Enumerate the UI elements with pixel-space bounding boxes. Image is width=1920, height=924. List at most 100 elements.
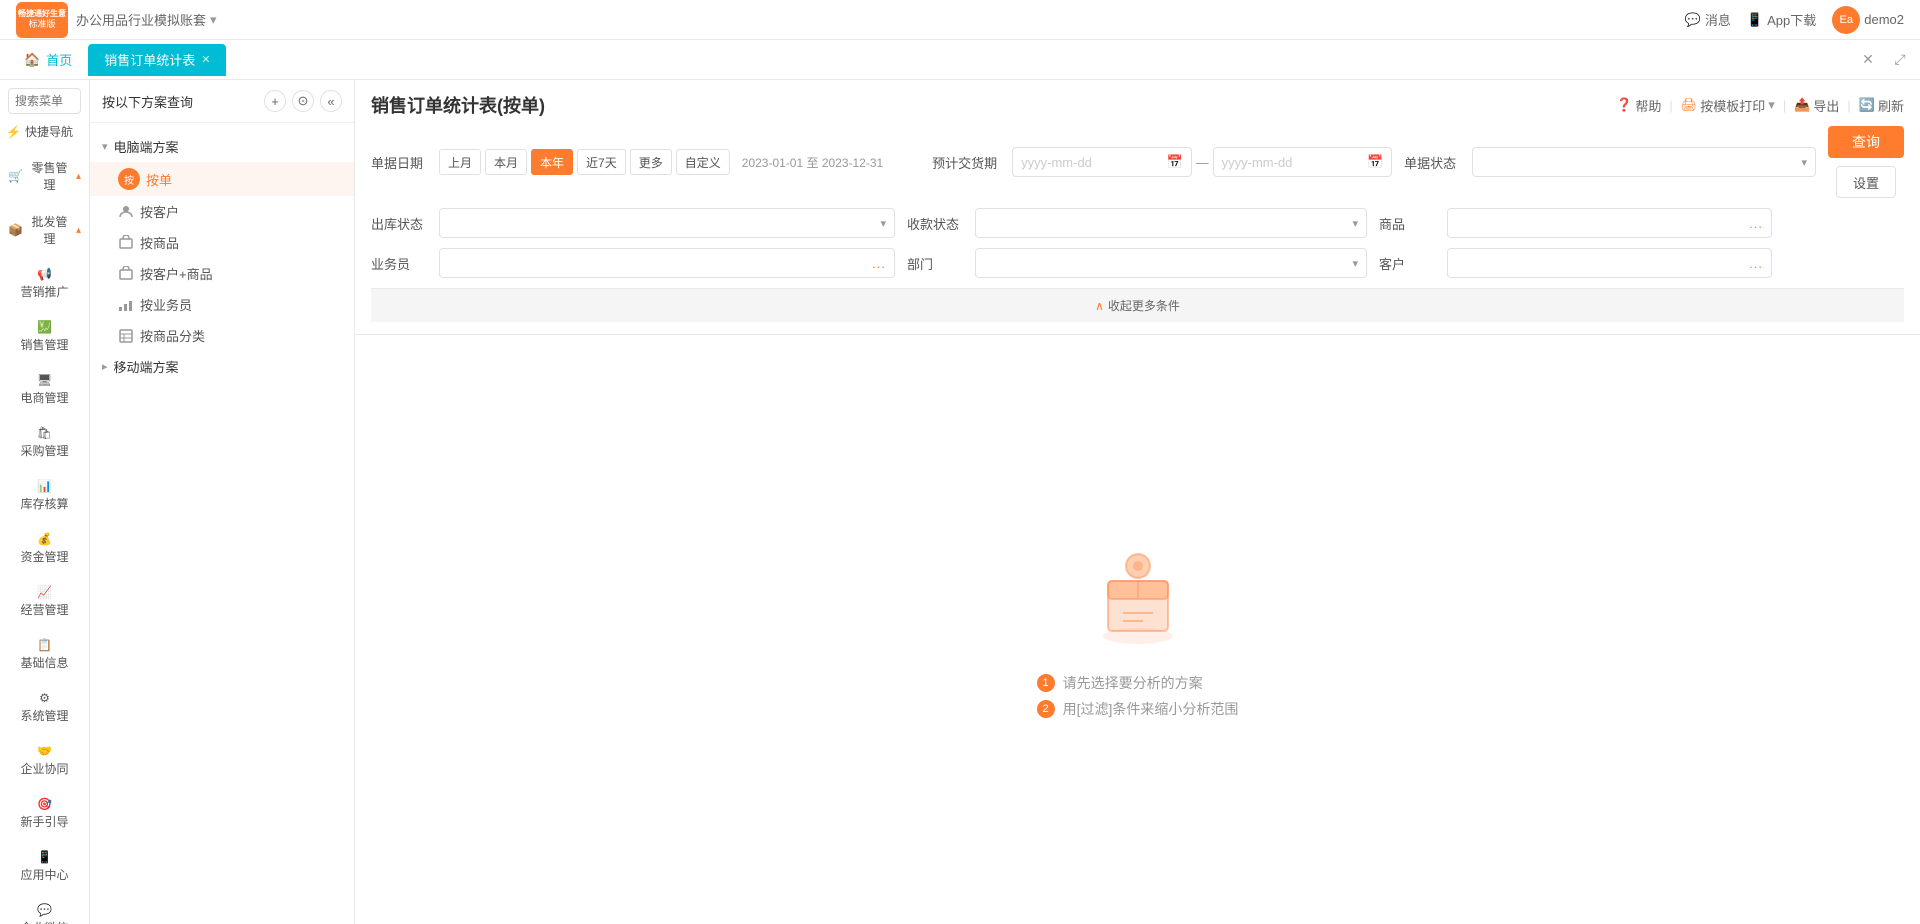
- export-btn[interactable]: 📤 导出: [1794, 96, 1839, 115]
- sidebar-item-appstore[interactable]: 📱 应用中心: [0, 840, 89, 893]
- status-select[interactable]: ▾: [1472, 147, 1816, 177]
- export-icon: 📤: [1794, 97, 1810, 113]
- scheme-collapse-btn[interactable]: «: [320, 90, 342, 112]
- delivery-end-input[interactable]: yyyy-mm-dd 📅: [1213, 147, 1393, 177]
- date-btn-this-month[interactable]: 本月: [485, 149, 527, 175]
- query-btn[interactable]: 查询: [1828, 126, 1904, 158]
- delivery-start-input[interactable]: yyyy-mm-dd 📅: [1012, 147, 1192, 177]
- customer-input[interactable]: ...: [1447, 248, 1772, 278]
- scheme-settings-btn[interactable]: ⊙: [292, 90, 314, 112]
- retail-icon: 🛒: [8, 169, 23, 183]
- by-category-icon: [118, 328, 134, 344]
- set-btn[interactable]: 设置: [1836, 166, 1896, 198]
- pay-status-label: 收款状态: [907, 214, 967, 233]
- sidebar-item-basic[interactable]: 📋 基础信息: [0, 628, 89, 681]
- help-btn[interactable]: ❓ 帮助: [1616, 96, 1661, 115]
- message-icon: 💬: [1685, 12, 1701, 28]
- sidebar-item-finance[interactable]: 💰 资金管理: [0, 522, 89, 575]
- tree-group-mobile-label: 移动端方案: [114, 357, 179, 376]
- sidebar-item-enterprise[interactable]: 🤝 企业协同: [0, 734, 89, 787]
- filter-rows: 单据日期 上月 本月 本年 近7天 更多 自定义 2023-01-01 至 20…: [371, 126, 1904, 278]
- sidebar-item-inventory[interactable]: 📊 库存核算: [0, 469, 89, 522]
- filter-field-delivery: 预计交货期 yyyy-mm-dd 📅 — yyyy-mm-dd: [932, 147, 1392, 177]
- tab-sales-order-stat[interactable]: 销售订单统计表 ✕: [88, 44, 226, 76]
- topbar: 畅捷通好生意 标准版 办公用品行业模拟账套 ▾ 💬 消息 📱 App下载 Ea …: [0, 0, 1920, 40]
- customer-multiselect-icon[interactable]: ...: [1749, 256, 1763, 271]
- sidebar-item-operation[interactable]: 📈 经营管理: [0, 575, 89, 628]
- logo-subtext: 标准版: [28, 19, 55, 30]
- app-download-btn[interactable]: 📱 App下载: [1747, 10, 1816, 29]
- salesman-multiselect-icon[interactable]: ...: [872, 256, 886, 271]
- finance-icon: 💰: [37, 532, 52, 546]
- date-btn-custom[interactable]: 自定义: [676, 149, 730, 175]
- tree-group-arrow-icon: ▾: [102, 140, 108, 153]
- refresh-icon: 🔄: [1859, 97, 1875, 113]
- tree-group-mobile-header[interactable]: ▸ 移动端方案: [90, 351, 354, 382]
- sidebar-item-sales[interactable]: 💹 销售管理: [0, 310, 89, 363]
- tab-close-icon[interactable]: ✕: [201, 53, 210, 66]
- wholesale-icon: 📦: [8, 223, 23, 237]
- refresh-btn[interactable]: 🔄 刷新: [1859, 96, 1904, 115]
- tree-item-by-category[interactable]: 按商品分类: [90, 320, 354, 351]
- message-btn[interactable]: 💬 消息: [1685, 10, 1731, 29]
- dept-select[interactable]: ▾: [975, 248, 1367, 278]
- filter-top-header: 销售订单统计表(按单) ❓ 帮助 | 🖨 按模板打印 ▾: [371, 92, 1904, 118]
- date-btn-more[interactable]: 更多: [630, 149, 672, 175]
- tab-close-window[interactable]: ✕: [1856, 48, 1880, 72]
- date-btn-this-year[interactable]: 本年: [531, 149, 573, 175]
- scheme-add-btn[interactable]: +: [264, 90, 286, 112]
- sidebar-item-quick-nav[interactable]: ⚡ 快捷导航: [0, 118, 89, 145]
- topbar-arrow[interactable]: ▾: [210, 12, 217, 28]
- quick-nav-icon: ⚡: [6, 125, 21, 139]
- tree-item-by-customer[interactable]: 按客户: [90, 196, 354, 227]
- filter-field-out-status: 出库状态 ▾: [371, 208, 895, 238]
- tab-expand-window[interactable]: ⤢: [1888, 48, 1912, 72]
- empty-steps: 1 请先选择要分析的方案 2 用[过滤]条件来缩小分析范围: [1037, 673, 1239, 719]
- tree-item-by-product[interactable]: 按商品: [90, 227, 354, 258]
- dept-label: 部门: [907, 254, 967, 273]
- system-icon: ⚙: [39, 691, 50, 705]
- sidebar-item-system[interactable]: ⚙ 系统管理: [0, 681, 89, 734]
- salesman-input[interactable]: ...: [439, 248, 895, 278]
- scheme-tree: ▾ 电脑端方案 按 按单: [90, 123, 354, 924]
- tree-group-pc-header[interactable]: ▾ 电脑端方案: [90, 131, 354, 162]
- delivery-date-range: yyyy-mm-dd 📅 — yyyy-mm-dd 📅: [1012, 147, 1392, 177]
- out-status-select[interactable]: ▾: [439, 208, 895, 238]
- print-icon: 🖨: [1681, 97, 1698, 113]
- user-menu[interactable]: Ea demo2: [1832, 6, 1904, 34]
- sidebar-item-newbie[interactable]: 🎯 新手引导: [0, 787, 89, 840]
- newbie-icon: 🎯: [37, 797, 52, 811]
- filter-field-customer: 客户 ...: [1379, 248, 1772, 278]
- sidebar-item-wechat[interactable]: 💬 企业微信: [0, 893, 89, 924]
- filter-field-goods: 商品 ...: [1379, 208, 1772, 238]
- tab-home[interactable]: 🏠 首页: [8, 44, 88, 76]
- sidebar-item-ecommerce[interactable]: 🖥 电商管理: [0, 363, 89, 416]
- delivery-start-cal-icon: 📅: [1166, 154, 1182, 170]
- divider3: |: [1847, 98, 1850, 113]
- search-input[interactable]: [8, 88, 81, 114]
- by-product-icon: [118, 235, 134, 251]
- filter-field-date: 单据日期 上月 本月 本年 近7天 更多 自定义 2023-01-01 至 20…: [371, 149, 920, 175]
- tree-item-by-cust-prod[interactable]: 按客户+商品: [90, 258, 354, 289]
- pay-status-select[interactable]: ▾: [975, 208, 1367, 238]
- app-icon: 📱: [1747, 12, 1763, 28]
- tree-group-mobile: ▸ 移动端方案: [90, 351, 354, 382]
- divider2: |: [1783, 98, 1786, 113]
- date-btn-7days[interactable]: 近7天: [577, 149, 626, 175]
- goods-multiselect-icon[interactable]: ...: [1749, 216, 1763, 231]
- filter-top: 销售订单统计表(按单) ❓ 帮助 | 🖨 按模板打印 ▾: [355, 80, 1920, 335]
- print-btn[interactable]: 🖨 按模板打印 ▾: [1681, 96, 1775, 115]
- tree-item-by-salesman[interactable]: 按业务员: [90, 289, 354, 320]
- by-order-icon: 按: [118, 168, 140, 190]
- divider1: |: [1669, 98, 1672, 113]
- tree-item-by-order[interactable]: 按 按单: [90, 162, 354, 196]
- date-btn-prev-month[interactable]: 上月: [439, 149, 481, 175]
- sidebar-item-retail[interactable]: 🛒 零售管理 ▴: [0, 149, 89, 203]
- sidebar-item-marketing[interactable]: 📢 营销推广: [0, 257, 89, 310]
- filter-top-actions: ❓ 帮助 | 🖨 按模板打印 ▾ | 📤: [1616, 96, 1904, 115]
- collapse-bar[interactable]: ∧ 收起更多条件: [371, 288, 1904, 322]
- goods-input[interactable]: ...: [1447, 208, 1772, 238]
- sidebar-item-purchase[interactable]: 🛍 采购管理: [0, 416, 89, 469]
- sales-icon: 💹: [37, 320, 52, 334]
- sidebar-item-wholesale[interactable]: 📦 批发管理 ▴: [0, 203, 89, 257]
